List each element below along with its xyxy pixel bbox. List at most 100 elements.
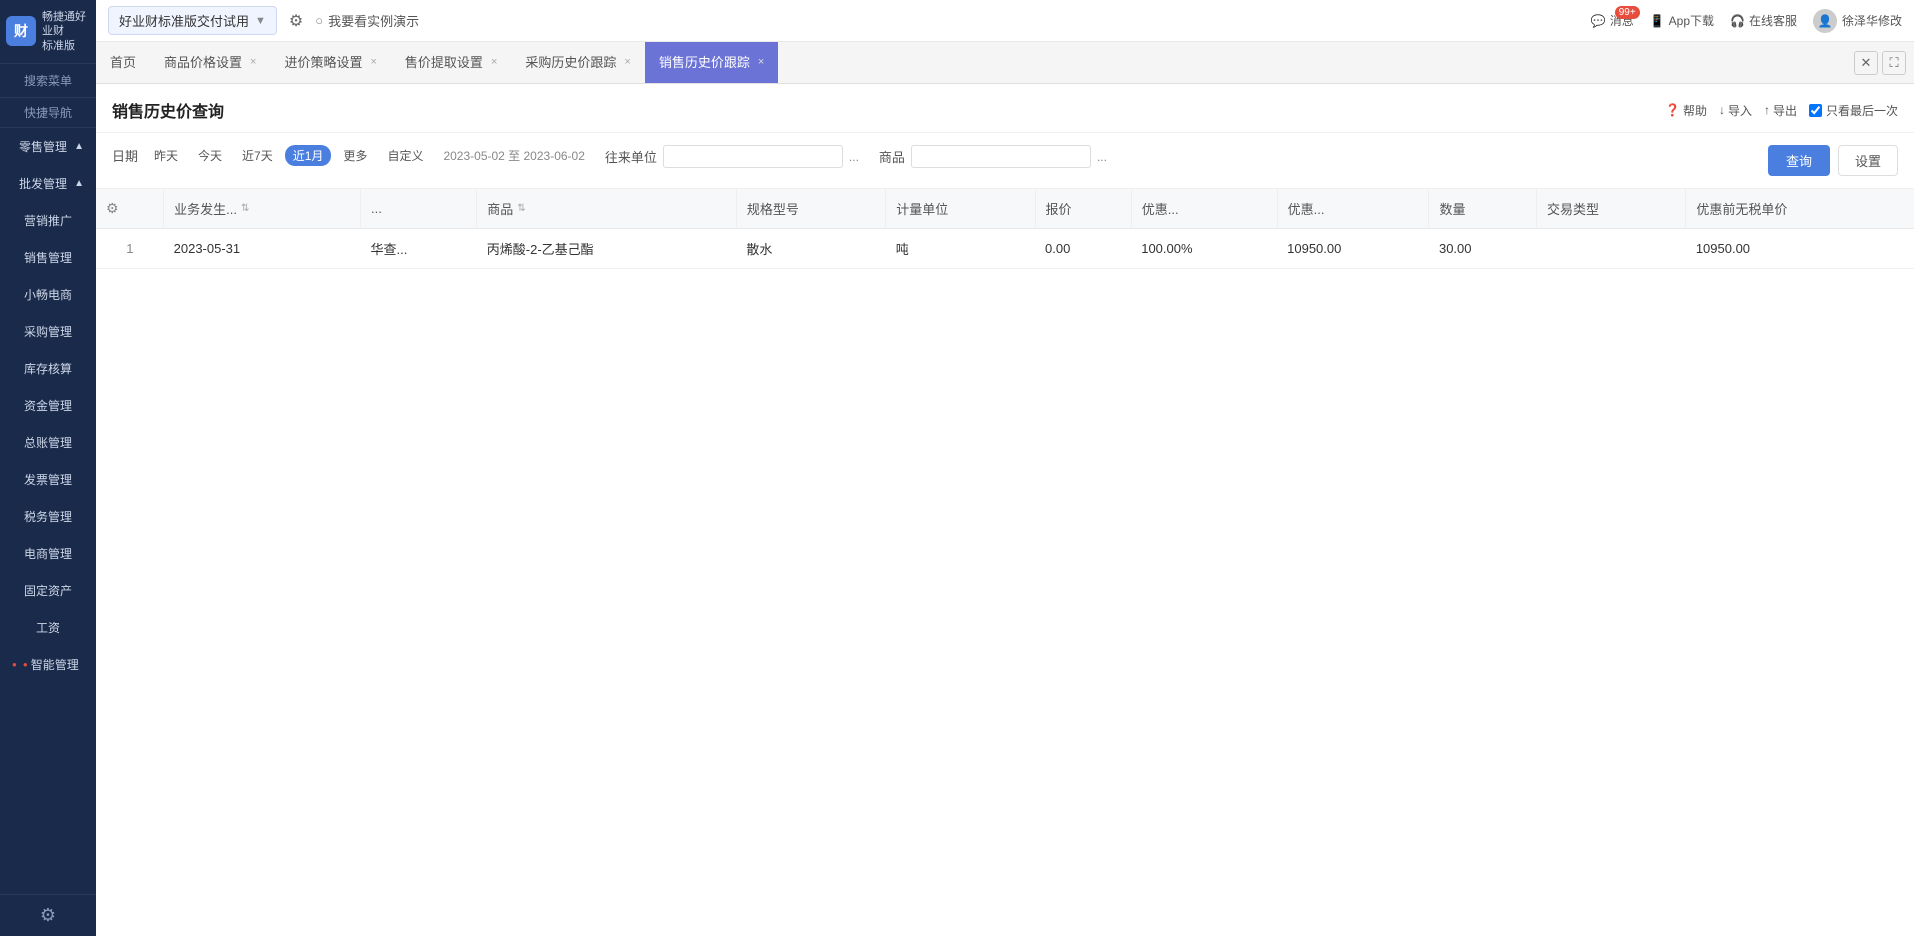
sidebar-item-smart[interactable]: ● 智能管理: [0, 646, 96, 683]
tab-purchase-history-close[interactable]: ×: [624, 56, 630, 68]
row-spec: 散水: [736, 229, 885, 269]
sort-icon-biz-date: ⇅: [241, 203, 249, 214]
th-gear[interactable]: ⚙: [96, 189, 164, 229]
th-biz-date[interactable]: 业务发生... ⇅: [164, 189, 361, 229]
tab-price[interactable]: 商品价格设置 ×: [150, 42, 270, 83]
product-selector[interactable]: 好业财标准版交付试用 ▼: [108, 6, 277, 35]
product-selector-arrow: ▼: [255, 15, 266, 27]
row-quantity: 30.00: [1429, 229, 1536, 269]
table-row: 1 2023-05-31 华查... 丙烯酸-2-乙基己酯 散水 吨 0.00 …: [96, 229, 1914, 269]
app-logo-text: 畅捷通好业财 标准版: [42, 10, 90, 53]
topbar-user-btn[interactable]: 👤 徐泽华修改: [1813, 9, 1902, 33]
sidebar-quick-nav[interactable]: 快捷导航: [0, 98, 96, 128]
sidebar-item-finance[interactable]: 资金管理: [0, 387, 96, 424]
sidebar-item-ecommerce[interactable]: 电商管理: [0, 535, 96, 572]
tab-price-close[interactable]: ×: [250, 56, 256, 68]
tab-purchase-strategy[interactable]: 进价策略设置 ×: [270, 42, 390, 83]
row-price: 0.00: [1035, 229, 1131, 269]
date-range-display: 2023-05-02 至 2023-06-02: [443, 147, 584, 164]
th-price[interactable]: 报价: [1035, 189, 1131, 229]
product-input[interactable]: [911, 145, 1091, 168]
topbar-demo-link[interactable]: ○ 我要看实例演示: [315, 11, 419, 30]
th-tx-type[interactable]: 交易类型: [1536, 189, 1685, 229]
only-last-checkbox[interactable]: [1809, 104, 1822, 117]
tab-purchase-strategy-close[interactable]: ×: [370, 56, 376, 68]
search-button[interactable]: 查询: [1768, 145, 1830, 176]
date-btn-custom[interactable]: 自定义: [379, 145, 431, 166]
product-filter-group: 商品 ...: [879, 145, 1107, 168]
sidebar-item-tax[interactable]: 税务管理: [0, 498, 96, 535]
page-actions: ❓ 帮助 ↓ 导入 ↑ 导出 只看最后一次: [1665, 102, 1898, 119]
date-btn-today[interactable]: 今天: [190, 145, 230, 166]
content-area: 销售历史价查询 ❓ 帮助 ↓ 导入 ↑ 导出 只看最后一次: [96, 84, 1914, 936]
sidebar-item-payroll[interactable]: 工资: [0, 609, 96, 646]
date-btn-last1m[interactable]: 近1月: [285, 145, 332, 166]
import-link[interactable]: ↓ 导入: [1719, 102, 1752, 119]
th-discount1[interactable]: 优惠...: [1131, 189, 1277, 229]
topbar-service-btn[interactable]: 🎧 在线客服: [1730, 12, 1797, 29]
sort-icon-product: ⇅: [517, 203, 525, 214]
gear-icon[interactable]: ⚙: [106, 200, 119, 216]
date-btn-more[interactable]: 更多: [335, 145, 375, 166]
sidebar-search[interactable]: 搜索菜单: [0, 64, 96, 98]
tab-sales-history-close[interactable]: ×: [758, 56, 764, 68]
date-filter-group: 日期 昨天 今天 近7天 近1月 更多 自定义 2023-05-02 至 202…: [112, 145, 585, 166]
sidebar-item-purchase[interactable]: 采购管理: [0, 313, 96, 350]
supplier-input[interactable]: [663, 145, 843, 168]
sidebar-settings-icon[interactable]: ⚙: [0, 894, 96, 936]
product-more-btn[interactable]: ...: [1097, 150, 1107, 164]
date-options: 昨天 今天 近7天 近1月 更多 自定义: [146, 145, 431, 166]
settings-button[interactable]: 设置: [1838, 145, 1898, 176]
supplier-more-btn[interactable]: ...: [849, 150, 859, 164]
date-filter-label: 日期: [112, 146, 138, 165]
th-discount2[interactable]: 优惠...: [1277, 189, 1429, 229]
topbar-message-btn[interactable]: 💬 消息 99+: [1591, 12, 1634, 29]
data-table: ⚙ 业务发生... ⇅ ...: [96, 189, 1914, 269]
sidebar-item-ecommerce-small[interactable]: 小畅电商: [0, 276, 96, 313]
tab-maximize-btn[interactable]: ⛶: [1882, 51, 1906, 75]
th-pretax-price[interactable]: 优惠前无税单价: [1686, 189, 1914, 229]
row-discount1: 100.00%: [1131, 229, 1277, 269]
date-btn-yesterday[interactable]: 昨天: [146, 145, 186, 166]
help-icon: ❓: [1665, 103, 1680, 117]
export-icon: ↑: [1764, 103, 1770, 117]
topbar-app-download[interactable]: 📱 App下载: [1650, 12, 1714, 29]
sidebar-item-sales[interactable]: 销售管理: [0, 239, 96, 276]
table-container: ⚙ 业务发生... ⇅ ...: [96, 189, 1914, 269]
tab-home[interactable]: 首页: [96, 42, 150, 83]
sidebar-item-retail[interactable]: 零售管理 ▲: [0, 128, 96, 165]
sidebar-item-wholesale[interactable]: 批发管理 ▲: [0, 165, 96, 202]
tab-purchase-history[interactable]: 采购历史价跟踪 ×: [511, 42, 644, 83]
topbar-right: 💬 消息 99+ 📱 App下载 🎧 在线客服 👤 徐泽华修改: [1591, 9, 1902, 33]
export-link[interactable]: ↑ 导出: [1764, 102, 1797, 119]
sidebar-item-assets[interactable]: 固定资产: [0, 572, 96, 609]
filter-bar: 日期 昨天 今天 近7天 近1月 更多 自定义 2023-05-02 至 202…: [96, 133, 1914, 189]
tab-sales-history[interactable]: 销售历史价跟踪 ×: [645, 42, 778, 83]
th-more[interactable]: ...: [360, 189, 476, 229]
th-unit[interactable]: 计量单位: [886, 189, 1035, 229]
tab-price-extract[interactable]: 售价提取设置 ×: [391, 42, 511, 83]
th-spec[interactable]: 规格型号: [736, 189, 885, 229]
help-link[interactable]: ❓ 帮助: [1665, 102, 1707, 119]
sidebar-item-invoice[interactable]: 发票管理: [0, 461, 96, 498]
app-icon: 📱: [1650, 14, 1665, 28]
product-name: 好业财标准版交付试用: [119, 11, 249, 30]
page-title: 销售历史价查询: [112, 98, 224, 122]
tab-price-extract-close[interactable]: ×: [491, 56, 497, 68]
topbar-gear-icon[interactable]: ⚙: [289, 11, 303, 31]
topbar: 好业财标准版交付试用 ▼ ⚙ ○ 我要看实例演示 💬 消息 99+ 📱 App下…: [96, 0, 1914, 42]
tabbar: 首页 商品价格设置 × 进价策略设置 × 售价提取设置 × 采购历史价跟踪 × …: [96, 42, 1914, 84]
product-label: 商品: [879, 147, 905, 166]
date-btn-last7[interactable]: 近7天: [234, 145, 281, 166]
th-quantity[interactable]: 数量: [1429, 189, 1536, 229]
row-tx-type: [1536, 229, 1685, 269]
row-pretax-price: 10950.00: [1686, 229, 1914, 269]
th-product[interactable]: 商品 ⇅: [477, 189, 737, 229]
only-last-checkbox-label[interactable]: 只看最后一次: [1809, 102, 1898, 119]
row-product: 丙烯酸-2-乙基己酯: [477, 229, 737, 269]
sidebar-item-inventory[interactable]: 库存核算: [0, 350, 96, 387]
tab-close-all-btn[interactable]: ✕: [1854, 51, 1878, 75]
sidebar-item-ledger[interactable]: 总账管理: [0, 424, 96, 461]
sidebar-item-marketing[interactable]: 营销推广: [0, 202, 96, 239]
app-logo-icon: 财: [6, 16, 36, 46]
